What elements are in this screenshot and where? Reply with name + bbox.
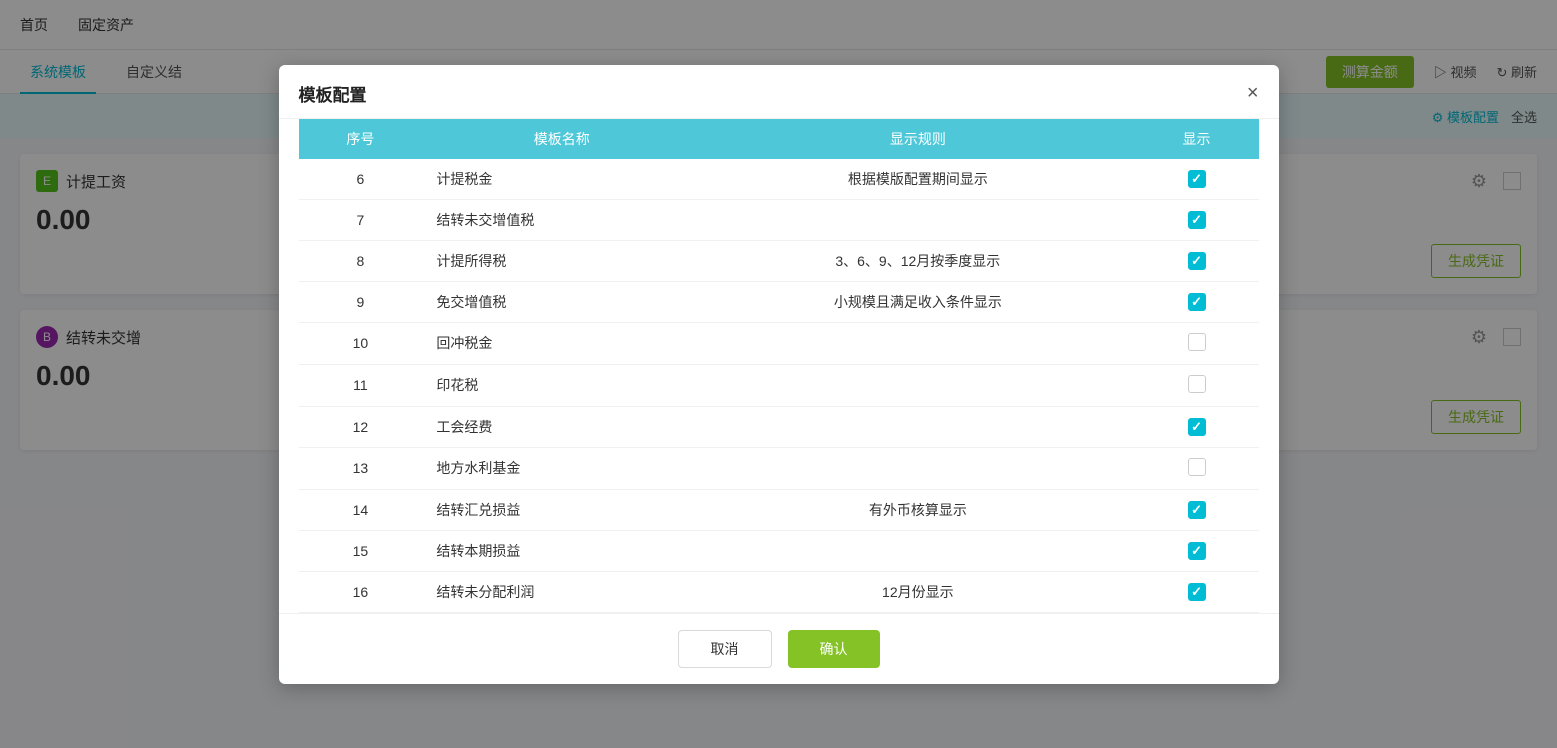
table-row: 16结转未分配利润12月份显示 [299, 571, 1259, 612]
display-checkbox[interactable] [1188, 375, 1206, 393]
display-checkbox[interactable] [1188, 583, 1206, 601]
display-checkbox[interactable] [1188, 211, 1206, 229]
cell-name: 印花税 [422, 364, 701, 406]
template-config-modal: 模板配置 × 序号 模板名称 显示规则 显示 6计提税金根据模版配置期间显示7结… [279, 65, 1279, 684]
cell-rule [701, 447, 1135, 489]
table-row: 10回冲税金 [299, 322, 1259, 364]
cell-display [1135, 447, 1259, 489]
cell-name: 结转未分配利润 [422, 571, 701, 612]
cell-rule: 3、6、9、12月按季度显示 [701, 240, 1135, 281]
table-row: 13地方水利基金 [299, 447, 1259, 489]
cell-name: 结转汇兑损益 [422, 489, 701, 530]
modal-title: 模板配置 [299, 81, 367, 106]
display-checkbox[interactable] [1188, 252, 1206, 270]
cell-rule: 12月份显示 [701, 571, 1135, 612]
confirm-button[interactable]: 确认 [788, 630, 880, 668]
cell-rule: 根据模版配置期间显示 [701, 159, 1135, 200]
cell-display [1135, 281, 1259, 322]
table-row: 12工会经费 [299, 406, 1259, 447]
table-row: 9免交增值税小规模且满足收入条件显示 [299, 281, 1259, 322]
cell-seq: 6 [299, 159, 423, 200]
table-row: 14结转汇兑损益有外币核算显示 [299, 489, 1259, 530]
display-checkbox[interactable] [1188, 458, 1206, 476]
cell-rule [701, 322, 1135, 364]
table-head: 序号 模板名称 显示规则 显示 [299, 119, 1259, 159]
cell-display [1135, 406, 1259, 447]
modal-body: 序号 模板名称 显示规则 显示 6计提税金根据模版配置期间显示7结转未交增值税8… [279, 119, 1279, 613]
cell-seq: 8 [299, 240, 423, 281]
cell-display [1135, 489, 1259, 530]
cell-seq: 9 [299, 281, 423, 322]
cell-display [1135, 322, 1259, 364]
cell-seq: 12 [299, 406, 423, 447]
cell-display [1135, 199, 1259, 240]
cell-name: 结转本期损益 [422, 530, 701, 571]
cell-display [1135, 159, 1259, 200]
display-checkbox[interactable] [1188, 170, 1206, 188]
cell-name: 地方水利基金 [422, 447, 701, 489]
table-body: 6计提税金根据模版配置期间显示7结转未交增值税8计提所得税3、6、9、12月按季… [299, 159, 1259, 613]
display-checkbox[interactable] [1188, 501, 1206, 519]
cell-name: 工会经费 [422, 406, 701, 447]
modal-close-button[interactable]: × [1247, 83, 1259, 103]
col-header-rule: 显示规则 [701, 119, 1135, 159]
display-checkbox[interactable] [1188, 333, 1206, 351]
table-row: 6计提税金根据模版配置期间显示 [299, 159, 1259, 200]
cell-rule [701, 530, 1135, 571]
cell-rule [701, 199, 1135, 240]
cell-name: 计提所得税 [422, 240, 701, 281]
cell-seq: 11 [299, 364, 423, 406]
table-row: 7结转未交增值税 [299, 199, 1259, 240]
display-checkbox[interactable] [1188, 418, 1206, 436]
cell-rule [701, 364, 1135, 406]
table-row: 15结转本期损益 [299, 530, 1259, 571]
modal-footer: 取消 确认 [279, 613, 1279, 684]
col-header-seq: 序号 [299, 119, 423, 159]
cell-rule: 小规模且满足收入条件显示 [701, 281, 1135, 322]
config-table: 序号 模板名称 显示规则 显示 6计提税金根据模版配置期间显示7结转未交增值税8… [299, 119, 1259, 613]
cell-display [1135, 240, 1259, 281]
cell-name: 回冲税金 [422, 322, 701, 364]
cell-seq: 15 [299, 530, 423, 571]
cell-display [1135, 571, 1259, 612]
col-header-display: 显示 [1135, 119, 1259, 159]
cell-name: 结转未交增值税 [422, 199, 701, 240]
cell-seq: 10 [299, 322, 423, 364]
table-row: 11印花税 [299, 364, 1259, 406]
cell-seq: 13 [299, 447, 423, 489]
cell-seq: 7 [299, 199, 423, 240]
cell-name: 计提税金 [422, 159, 701, 200]
display-checkbox[interactable] [1188, 542, 1206, 560]
cell-rule [701, 406, 1135, 447]
table-row: 8计提所得税3、6、9、12月按季度显示 [299, 240, 1259, 281]
cell-display [1135, 364, 1259, 406]
cell-rule: 有外币核算显示 [701, 489, 1135, 530]
col-header-name: 模板名称 [422, 119, 701, 159]
cell-seq: 14 [299, 489, 423, 530]
cell-seq: 16 [299, 571, 423, 612]
cell-name: 免交增值税 [422, 281, 701, 322]
display-checkbox[interactable] [1188, 293, 1206, 311]
modal-overlay: 模板配置 × 序号 模板名称 显示规则 显示 6计提税金根据模版配置期间显示7结… [0, 0, 1557, 748]
modal-header: 模板配置 × [279, 65, 1279, 119]
cancel-button[interactable]: 取消 [678, 630, 772, 668]
cell-display [1135, 530, 1259, 571]
